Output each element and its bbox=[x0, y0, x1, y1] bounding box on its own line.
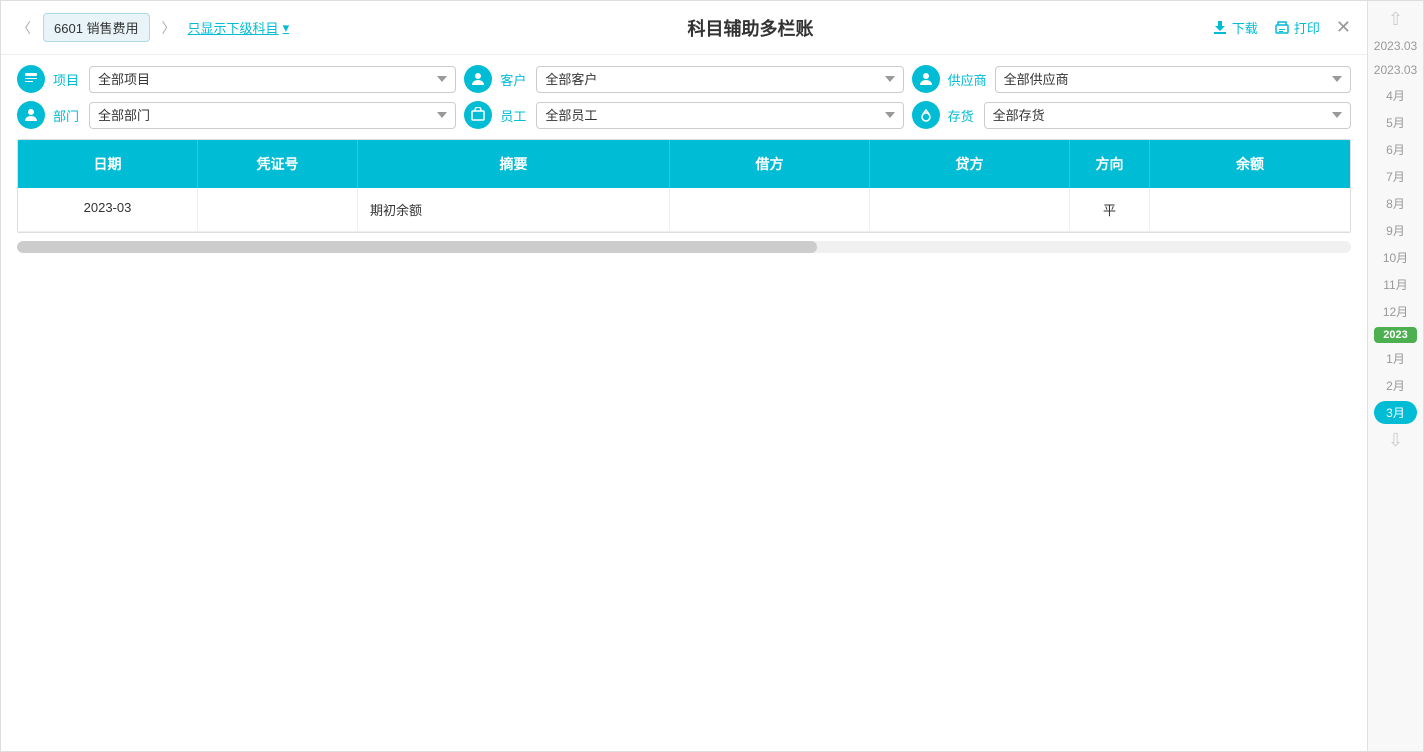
row-direction: 平 bbox=[1070, 188, 1150, 231]
filter-area: 项目 全部项目 客户 全部客户 供应商 全部供 bbox=[1, 55, 1367, 139]
timeline-item-12[interactable]: 1月 bbox=[1368, 345, 1423, 372]
inventory-select[interactable]: 全部存货 bbox=[984, 102, 1351, 129]
project-select[interactable]: 全部项目 bbox=[89, 66, 456, 93]
timeline-item-13[interactable]: 2月 bbox=[1368, 372, 1423, 399]
col-summary: 摘要 bbox=[358, 140, 670, 188]
ledger-table: 日期 凭证号 摘要 借方 贷方 方向 余额 2023-03 期初余额 平 bbox=[17, 139, 1351, 233]
col-balance: 余额 bbox=[1150, 140, 1350, 188]
row-debit bbox=[670, 188, 870, 231]
table-row: 2023-03 期初余额 平 bbox=[18, 188, 1350, 232]
filter-customer-row: 客户 全部客户 bbox=[464, 65, 903, 93]
close-button[interactable]: ✕ bbox=[1336, 17, 1351, 38]
timeline-item-7[interactable]: 9月 bbox=[1368, 217, 1423, 244]
timeline-item-0[interactable]: 2023.03 bbox=[1368, 34, 1423, 58]
employee-label: 员工 bbox=[500, 106, 528, 125]
row-credit bbox=[870, 188, 1070, 231]
timeline-selected-month[interactable]: 3月 bbox=[1374, 401, 1417, 424]
download-button[interactable]: 下载 bbox=[1212, 18, 1258, 37]
timeline-item-5[interactable]: 7月 bbox=[1368, 163, 1423, 190]
content-area: 〈 6601 销售费用 〉 只显示下级科目 ▾ 科目辅助多栏账 下载 打印 ✕ bbox=[1, 1, 1367, 253]
show-sub-label: 只显示下级科目 bbox=[188, 18, 279, 37]
customer-select[interactable]: 全部客户 bbox=[536, 66, 903, 93]
department-label: 部门 bbox=[53, 106, 81, 125]
department-select[interactable]: 全部部门 bbox=[89, 102, 456, 129]
prev-account-arrow[interactable]: 〈 bbox=[17, 18, 31, 38]
inventory-icon bbox=[912, 101, 940, 129]
supplier-select[interactable]: 全部供应商 bbox=[995, 66, 1351, 93]
timeline-item-1[interactable]: 2023.03 bbox=[1368, 58, 1423, 82]
timeline-down-arrow[interactable]: ⇩ bbox=[1388, 426, 1403, 455]
timeline-item-8[interactable]: 10月 bbox=[1368, 244, 1423, 271]
top-actions: 下载 打印 ✕ bbox=[1212, 17, 1351, 38]
timeline-year-badge[interactable]: 2023 bbox=[1374, 327, 1417, 343]
department-icon bbox=[17, 101, 45, 129]
top-bar: 〈 6601 销售费用 〉 只显示下级科目 ▾ 科目辅助多栏账 下载 打印 ✕ bbox=[1, 1, 1367, 55]
main-window: ⇧ 2023.03 2023.03 4月 5月 6月 7月 8月 9月 10月 … bbox=[0, 0, 1424, 752]
timeline-item-4[interactable]: 6月 bbox=[1368, 136, 1423, 163]
col-date: 日期 bbox=[18, 140, 198, 188]
next-account-arrow[interactable]: 〉 bbox=[162, 18, 176, 38]
print-button[interactable]: 打印 bbox=[1274, 18, 1320, 37]
table-body: 2023-03 期初余额 平 bbox=[18, 188, 1350, 232]
timeline-sidebar: ⇧ 2023.03 2023.03 4月 5月 6月 7月 8月 9月 10月 … bbox=[1367, 1, 1423, 751]
row-balance bbox=[1150, 188, 1350, 231]
table-header: 日期 凭证号 摘要 借方 贷方 方向 余额 bbox=[18, 140, 1350, 188]
timeline-up-arrow[interactable]: ⇧ bbox=[1388, 5, 1403, 34]
filter-employee-row: 员工 全部员工 bbox=[464, 101, 903, 129]
row-voucher bbox=[198, 188, 358, 231]
customer-icon bbox=[464, 65, 492, 93]
account-code-label[interactable]: 6601 销售费用 bbox=[43, 13, 150, 42]
download-icon bbox=[1212, 20, 1228, 36]
col-debit: 借方 bbox=[670, 140, 870, 188]
horizontal-scrollbar[interactable] bbox=[17, 241, 817, 253]
timeline-item-3[interactable]: 5月 bbox=[1368, 109, 1423, 136]
employee-select[interactable]: 全部员工 bbox=[536, 102, 903, 129]
show-sub-button[interactable]: 只显示下级科目 ▾ bbox=[188, 18, 290, 37]
project-label: 项目 bbox=[53, 70, 81, 89]
col-direction: 方向 bbox=[1070, 140, 1150, 188]
filter-project-row: 项目 全部项目 bbox=[17, 65, 456, 93]
filter-department-row: 部门 全部部门 bbox=[17, 101, 456, 129]
print-icon bbox=[1274, 20, 1290, 36]
supplier-icon bbox=[912, 65, 940, 93]
supplier-label: 供应商 bbox=[948, 70, 987, 89]
timeline-item-6[interactable]: 8月 bbox=[1368, 190, 1423, 217]
timeline-item-9[interactable]: 11月 bbox=[1368, 271, 1423, 298]
project-icon bbox=[17, 65, 45, 93]
inventory-label: 存货 bbox=[948, 106, 976, 125]
filter-supplier-row: 供应商 全部供应商 bbox=[912, 65, 1351, 93]
customer-label: 客户 bbox=[500, 70, 528, 89]
show-sub-dropdown-icon: ▾ bbox=[283, 20, 290, 36]
filter-inventory-row: 存货 全部存货 bbox=[912, 101, 1351, 129]
employee-icon bbox=[464, 101, 492, 129]
row-date: 2023-03 bbox=[18, 188, 198, 231]
timeline-item-10[interactable]: 12月 bbox=[1368, 298, 1423, 325]
col-voucher: 凭证号 bbox=[198, 140, 358, 188]
page-title: 科目辅助多栏账 bbox=[301, 15, 1200, 41]
col-credit: 贷方 bbox=[870, 140, 1070, 188]
timeline-item-2[interactable]: 4月 bbox=[1368, 82, 1423, 109]
row-summary: 期初余额 bbox=[358, 188, 670, 231]
